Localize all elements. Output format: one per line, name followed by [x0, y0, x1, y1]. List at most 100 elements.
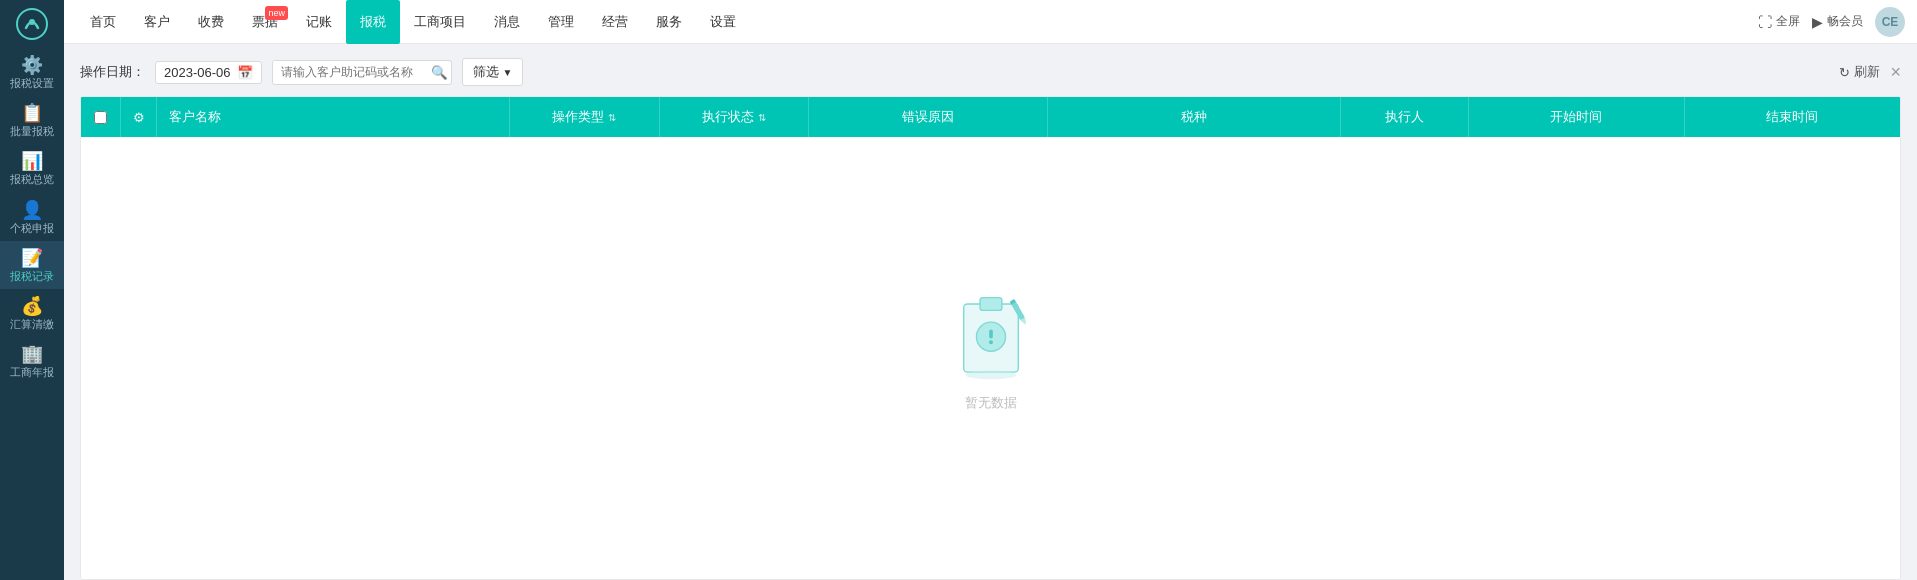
th-executor: 执行人: [1341, 97, 1469, 137]
sidebar-item-gongshang-nianbao[interactable]: 🏢 工商年报: [0, 337, 64, 385]
top-nav: 首页 客户 收费 票据 new 记账 报税 工商项目 消息: [64, 0, 1917, 44]
fullscreen-button[interactable]: ⛶ 全屏: [1758, 13, 1800, 30]
nav-item-shoufei[interactable]: 收费: [184, 0, 238, 44]
empty-illustration: [941, 284, 1041, 384]
piliang-baoshui-icon: 📋: [21, 104, 43, 122]
baoshui-jilu-icon: 📝: [21, 249, 43, 267]
calendar-icon: 📅: [237, 65, 253, 80]
content-area: 操作日期： 2023-06-06 📅 🔍 筛选 ▼ ↻ 刷新: [64, 44, 1917, 580]
sidebar-item-label: 报税设置: [10, 77, 54, 90]
sidebar-item-baoshui-jilu[interactable]: 📝 报税记录: [0, 241, 64, 289]
nav-item-piaoju[interactable]: 票据 new: [238, 0, 292, 44]
member-button[interactable]: ▶ 畅会员: [1812, 13, 1863, 30]
nav-item-label: 记账: [306, 13, 332, 31]
search-box: 🔍: [272, 60, 452, 85]
sidebar-item-geshui-shenbao[interactable]: 👤 个税申报: [0, 193, 64, 241]
select-all-checkbox[interactable]: [94, 111, 107, 124]
settings-icon: ⚙: [133, 110, 145, 125]
th-label: 结束时间: [1766, 108, 1818, 126]
th-start-time: 开始时间: [1469, 97, 1685, 137]
th-checkbox[interactable]: [81, 97, 121, 137]
nav-item-gongshang-xiangmu[interactable]: 工商项目: [400, 0, 480, 44]
sidebar-item-label: 汇算清缴: [10, 318, 54, 331]
nav-item-jizhang[interactable]: 记账: [292, 0, 346, 44]
nav-item-guanli[interactable]: 管理: [534, 0, 588, 44]
nav-item-label: 工商项目: [414, 13, 466, 31]
svg-rect-3: [980, 298, 1002, 311]
date-picker[interactable]: 2023-06-06 📅: [155, 61, 262, 84]
nav-item-label: 消息: [494, 13, 520, 31]
data-table: ⚙ 客户名称 操作类型 ⇅ 执行状态 ⇅ 错误原因 税种: [80, 96, 1901, 580]
close-button[interactable]: ×: [1890, 63, 1901, 81]
table-body: 暂无数据: [81, 137, 1900, 579]
sidebar-item-label: 工商年报: [10, 366, 54, 379]
search-button[interactable]: 🔍: [423, 61, 452, 84]
nav-item-fuwu[interactable]: 服务: [642, 0, 696, 44]
fullscreen-icon: ⛶: [1758, 14, 1772, 30]
sidebar: ⚙️ 报税设置 📋 批量报税 📊 报税总览 👤 个税申报 📝 报税记录 💰 汇算…: [0, 0, 64, 580]
th-end-time: 结束时间: [1685, 97, 1900, 137]
empty-text: 暂无数据: [965, 394, 1017, 412]
nav-item-label: 收费: [198, 13, 224, 31]
nav-item-home[interactable]: 首页: [76, 0, 130, 44]
refresh-button[interactable]: ↻ 刷新: [1839, 63, 1880, 81]
baoshui-shezhi-icon: ⚙️: [21, 56, 43, 74]
nav-item-xiaosi[interactable]: 消息: [480, 0, 534, 44]
member-label: 畅会员: [1827, 13, 1863, 30]
th-label: 客户名称: [169, 108, 221, 126]
th-exec-status[interactable]: 执行状态 ⇅: [660, 97, 810, 137]
nav-item-label: 管理: [548, 13, 574, 31]
th-tax-type: 税种: [1048, 97, 1342, 137]
new-badge: new: [265, 6, 288, 20]
close-icon: ×: [1890, 62, 1901, 82]
nav-item-label: 报税: [360, 13, 386, 31]
th-label: 错误原因: [902, 108, 954, 126]
chevron-down-icon: ▼: [503, 67, 513, 78]
avatar-initials: CE: [1882, 15, 1899, 29]
th-label: 执行状态: [702, 108, 754, 126]
sidebar-item-baoshui-zongjian[interactable]: 📊 报税总览: [0, 144, 64, 192]
geshui-shenbao-icon: 👤: [21, 201, 43, 219]
svg-rect-5: [989, 329, 993, 338]
main-area: 首页 客户 收费 票据 new 记账 报税 工商项目 消息: [64, 0, 1917, 580]
th-op-type[interactable]: 操作类型 ⇅: [510, 97, 660, 137]
sidebar-item-baoshui-shezhi[interactable]: ⚙️ 报税设置: [0, 48, 64, 96]
nav-item-label: 首页: [90, 13, 116, 31]
refresh-icon: ↻: [1839, 65, 1850, 80]
th-label: 开始时间: [1550, 108, 1602, 126]
th-settings[interactable]: ⚙: [121, 97, 157, 137]
nav-item-label: 服务: [656, 13, 682, 31]
topnav-right: ⛶ 全屏 ▶ 畅会员 CE: [1758, 7, 1905, 37]
avatar[interactable]: CE: [1875, 7, 1905, 37]
date-value: 2023-06-06: [164, 65, 231, 80]
search-input[interactable]: [273, 61, 423, 83]
nav-item-baoshui[interactable]: 报税: [346, 0, 400, 44]
sidebar-item-piliang-baoshui[interactable]: 📋 批量报税: [0, 96, 64, 144]
sidebar-logo: [0, 0, 64, 48]
nav-item-label: 客户: [144, 13, 170, 31]
th-label: 操作类型: [552, 108, 604, 126]
table-header: ⚙ 客户名称 操作类型 ⇅ 执行状态 ⇅ 错误原因 税种: [81, 97, 1900, 137]
sort-icon: ⇅: [608, 112, 616, 123]
nav-item-jingying[interactable]: 经营: [588, 0, 642, 44]
nav-items: 首页 客户 收费 票据 new 记账 报税 工商项目 消息: [76, 0, 1758, 44]
nav-item-label: 经营: [602, 13, 628, 31]
sort-icon: ⇅: [758, 112, 766, 123]
sidebar-item-label: 个税申报: [10, 222, 54, 235]
nav-item-shezhi[interactable]: 设置: [696, 0, 750, 44]
toolbar-right: ↻ 刷新 ×: [1839, 63, 1901, 81]
huisuan-jiaobo-icon: 💰: [21, 297, 43, 315]
filter-label: 筛选: [473, 63, 499, 81]
th-error-reason: 错误原因: [809, 97, 1047, 137]
filter-button[interactable]: 筛选 ▼: [462, 58, 524, 86]
sidebar-item-huisuan-jiaobo[interactable]: 💰 汇算清缴: [0, 289, 64, 337]
baoshui-zongjian-icon: 📊: [21, 152, 43, 170]
svg-point-1: [29, 19, 35, 25]
fullscreen-label: 全屏: [1776, 13, 1800, 30]
video-icon: ▶: [1812, 14, 1823, 30]
th-label: 执行人: [1385, 108, 1424, 126]
date-label: 操作日期：: [80, 63, 145, 81]
sidebar-item-label: 批量报税: [10, 125, 54, 138]
nav-item-kehu[interactable]: 客户: [130, 0, 184, 44]
svg-point-6: [989, 340, 993, 344]
